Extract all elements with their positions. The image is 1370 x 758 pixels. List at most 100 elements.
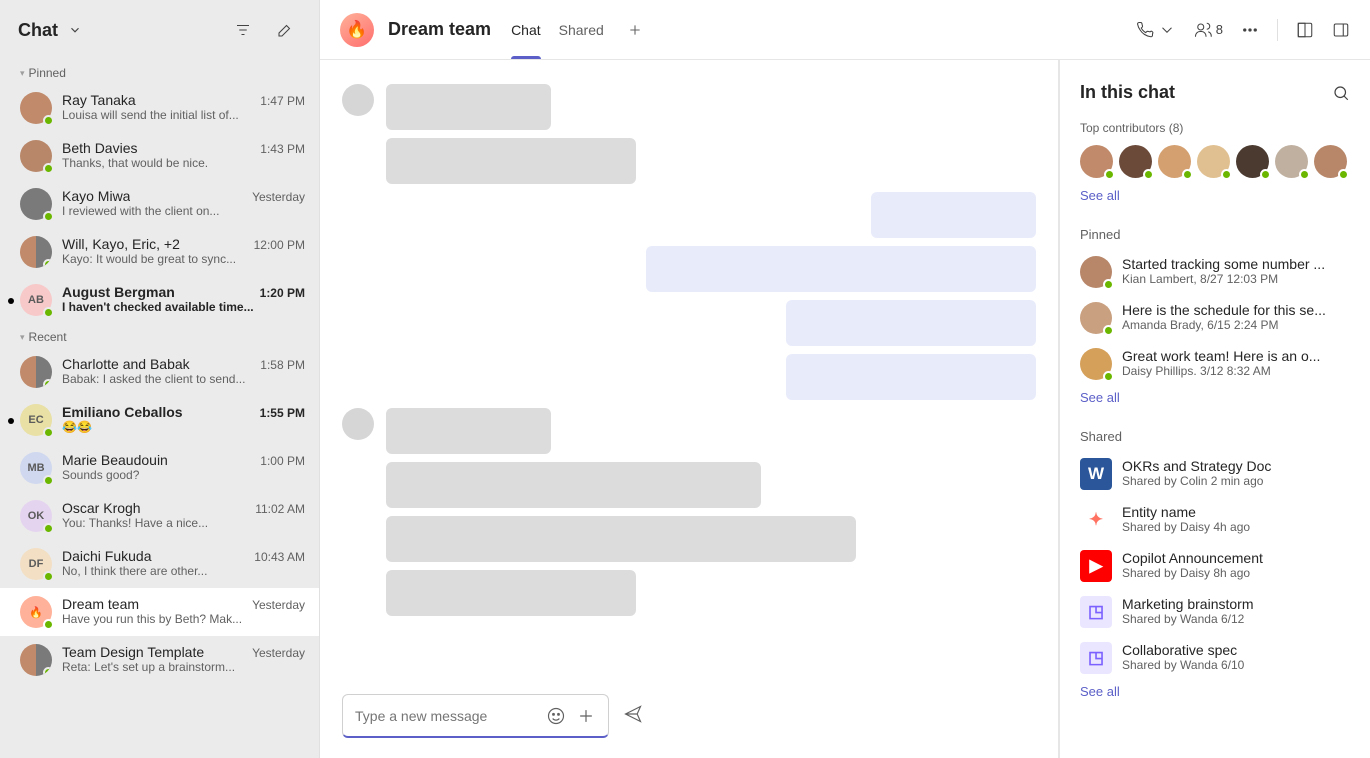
open-app-button[interactable]: [1296, 21, 1314, 39]
section-label-recent[interactable]: Recent: [0, 324, 319, 348]
chat-item-group1[interactable]: Will, Kayo, Eric, +212:00 PMKayo: It wou…: [0, 228, 319, 276]
shared-file-item[interactable]: WOKRs and Strategy DocShared by Colin 2 …: [1080, 458, 1350, 490]
pinned-message-item[interactable]: Here is the schedule for this se...Amand…: [1080, 302, 1350, 334]
file-title: Entity name: [1122, 504, 1350, 520]
file-sub: Shared by Daisy 8h ago: [1122, 566, 1350, 580]
chat-time: 1:43 PM: [260, 142, 305, 156]
message-area[interactable]: [320, 60, 1059, 682]
unread-dot: [8, 298, 14, 304]
chat-item-marie[interactable]: MBMarie Beaudouin1:00 PMSounds good?: [0, 444, 319, 492]
chat-time: Yesterday: [252, 646, 305, 660]
pinned-title: Here is the schedule for this se...: [1122, 302, 1350, 318]
tab-chat[interactable]: Chat: [511, 0, 541, 59]
file-title: Copilot Announcement: [1122, 550, 1350, 566]
chat-preview: Babak: I asked the client to send...: [62, 372, 305, 386]
chat-item-tdt[interactable]: Team Design TemplateYesterdayReta: Let's…: [0, 636, 319, 684]
contributor-avatar[interactable]: [1314, 145, 1347, 178]
see-all-pinned-link[interactable]: See all: [1080, 390, 1120, 405]
chat-preview: You: Thanks! Have a nice...: [62, 516, 305, 530]
chat-item-ray[interactable]: Ray Tanaka1:47 PMLouisa will send the in…: [0, 84, 319, 132]
tab-shared[interactable]: Shared: [559, 0, 604, 59]
contributor-avatar[interactable]: [1197, 145, 1230, 178]
panel-toggle-button[interactable]: [1332, 21, 1350, 39]
avatar: [1080, 348, 1112, 380]
message-bubble[interactable]: [646, 246, 1036, 292]
chat-item-emil[interactable]: ECEmiliano Ceballos1:55 PM😂😂: [0, 396, 319, 444]
plus-icon[interactable]: [576, 706, 596, 726]
avatar: 🔥: [20, 596, 52, 628]
sidebar-title[interactable]: Chat: [18, 20, 58, 41]
shared-file-item[interactable]: ◳Collaborative specShared by Wanda 6/10: [1080, 642, 1350, 674]
file-type-icon: ◳: [1080, 642, 1112, 674]
avatar: OK: [20, 500, 52, 532]
file-sub: Shared by Wanda 6/12: [1122, 612, 1350, 626]
file-type-icon: ✦: [1080, 504, 1112, 536]
pinned-message-item[interactable]: Started tracking some number ...Kian Lam…: [1080, 256, 1350, 288]
chat-list-sidebar: Chat PinnedRay Tanaka1:47 PMLouisa will …: [0, 0, 320, 758]
chevron-down-icon[interactable]: [68, 23, 82, 37]
message-bubble[interactable]: [786, 300, 1036, 346]
search-icon[interactable]: [1332, 84, 1350, 102]
contributor-avatar[interactable]: [1275, 145, 1308, 178]
more-options-button[interactable]: [1241, 21, 1259, 39]
chat-item-cb[interactable]: Charlotte and Babak1:58 PMBabak: I asked…: [0, 348, 319, 396]
chat-preview: Thanks, that would be nice.: [62, 156, 305, 170]
filter-button[interactable]: [227, 14, 259, 46]
chat-name: Marie Beaudouin: [62, 452, 168, 468]
message-bubble[interactable]: [386, 84, 551, 130]
section-label-pinned[interactable]: Pinned: [0, 60, 319, 84]
pinned-message-item[interactable]: Great work team! Here is an o...Daisy Ph…: [1080, 348, 1350, 380]
chat-name: Will, Kayo, Eric, +2: [62, 236, 180, 252]
see-all-contributors-link[interactable]: See all: [1080, 188, 1120, 203]
chat-name: Dream team: [62, 596, 139, 612]
participants-button[interactable]: 8: [1194, 21, 1223, 39]
file-type-icon: W: [1080, 458, 1112, 490]
chat-time: 1:55 PM: [260, 406, 305, 420]
see-all-shared-link[interactable]: See all: [1080, 684, 1120, 699]
emoji-icon[interactable]: [546, 706, 566, 726]
send-button[interactable]: [623, 704, 643, 729]
chat-preview: Sounds good?: [62, 468, 305, 482]
message-bubble[interactable]: [386, 408, 551, 454]
avatar: [342, 408, 374, 440]
chat-preview: 😂😂: [62, 420, 305, 434]
avatar: [1080, 302, 1112, 334]
shared-file-item[interactable]: ✦Entity nameShared by Daisy 4h ago: [1080, 504, 1350, 536]
message-group: [342, 408, 1036, 616]
message-bubble[interactable]: [386, 138, 636, 184]
shared-file-item[interactable]: ◳Marketing brainstormShared by Wanda 6/1…: [1080, 596, 1350, 628]
chat-item-oscar[interactable]: OK Oscar Krogh 11:02 AMYou: Thanks! Have a…: [0, 492, 319, 540]
chat-item-august[interactable]: ABAugust Bergman1:20 PMI haven't checked…: [0, 276, 319, 324]
contributor-avatar[interactable]: [1158, 145, 1191, 178]
message-bubble[interactable]: [786, 354, 1036, 400]
chat-name: Oscar Krogh: [62, 500, 141, 516]
add-tab-button[interactable]: [622, 17, 648, 43]
shared-file-item[interactable]: ▶ Copilot AnnouncementShared by Daisy 8h …: [1080, 550, 1350, 582]
file-type-icon: ▶: [1080, 550, 1112, 582]
avatar: [20, 140, 52, 172]
chat-time: 10:43 AM: [254, 550, 305, 564]
chat-item-beth[interactable]: Beth Davies1:43 PMThanks, that would be …: [0, 132, 319, 180]
new-chat-button[interactable]: [269, 14, 301, 46]
chat-item-dream[interactable]: 🔥Dream teamYesterdayHave you run this by…: [0, 588, 319, 636]
message-input[interactable]: [355, 708, 536, 724]
message-bubble[interactable]: [386, 462, 761, 508]
call-button[interactable]: [1136, 21, 1176, 39]
file-type-icon: ◳: [1080, 596, 1112, 628]
avatar: [20, 188, 52, 220]
sidebar-header: Chat: [0, 0, 319, 60]
contributor-avatar[interactable]: [1080, 145, 1113, 178]
avatar: MB: [20, 452, 52, 484]
chat-item-kayo[interactable]: Kayo MiwaYesterdayI reviewed with the cl…: [0, 180, 319, 228]
contributor-avatar[interactable]: [1236, 145, 1269, 178]
chat-time: 11:02 AM: [255, 502, 305, 516]
chat-item-daichi[interactable]: DFDaichi Fukuda10:43 AMNo, I think there…: [0, 540, 319, 588]
chat-time: 1:20 PM: [260, 286, 305, 300]
message-composer[interactable]: [342, 694, 609, 738]
message-bubble[interactable]: [386, 516, 856, 562]
message-bubble[interactable]: [871, 192, 1036, 238]
chat-preview: Reta: Let's set up a brainstorm...: [62, 660, 305, 674]
pinned-sub: Amanda Brady, 6/15 2:24 PM: [1122, 318, 1350, 332]
contributor-avatar[interactable]: [1119, 145, 1152, 178]
message-bubble[interactable]: [386, 570, 636, 616]
